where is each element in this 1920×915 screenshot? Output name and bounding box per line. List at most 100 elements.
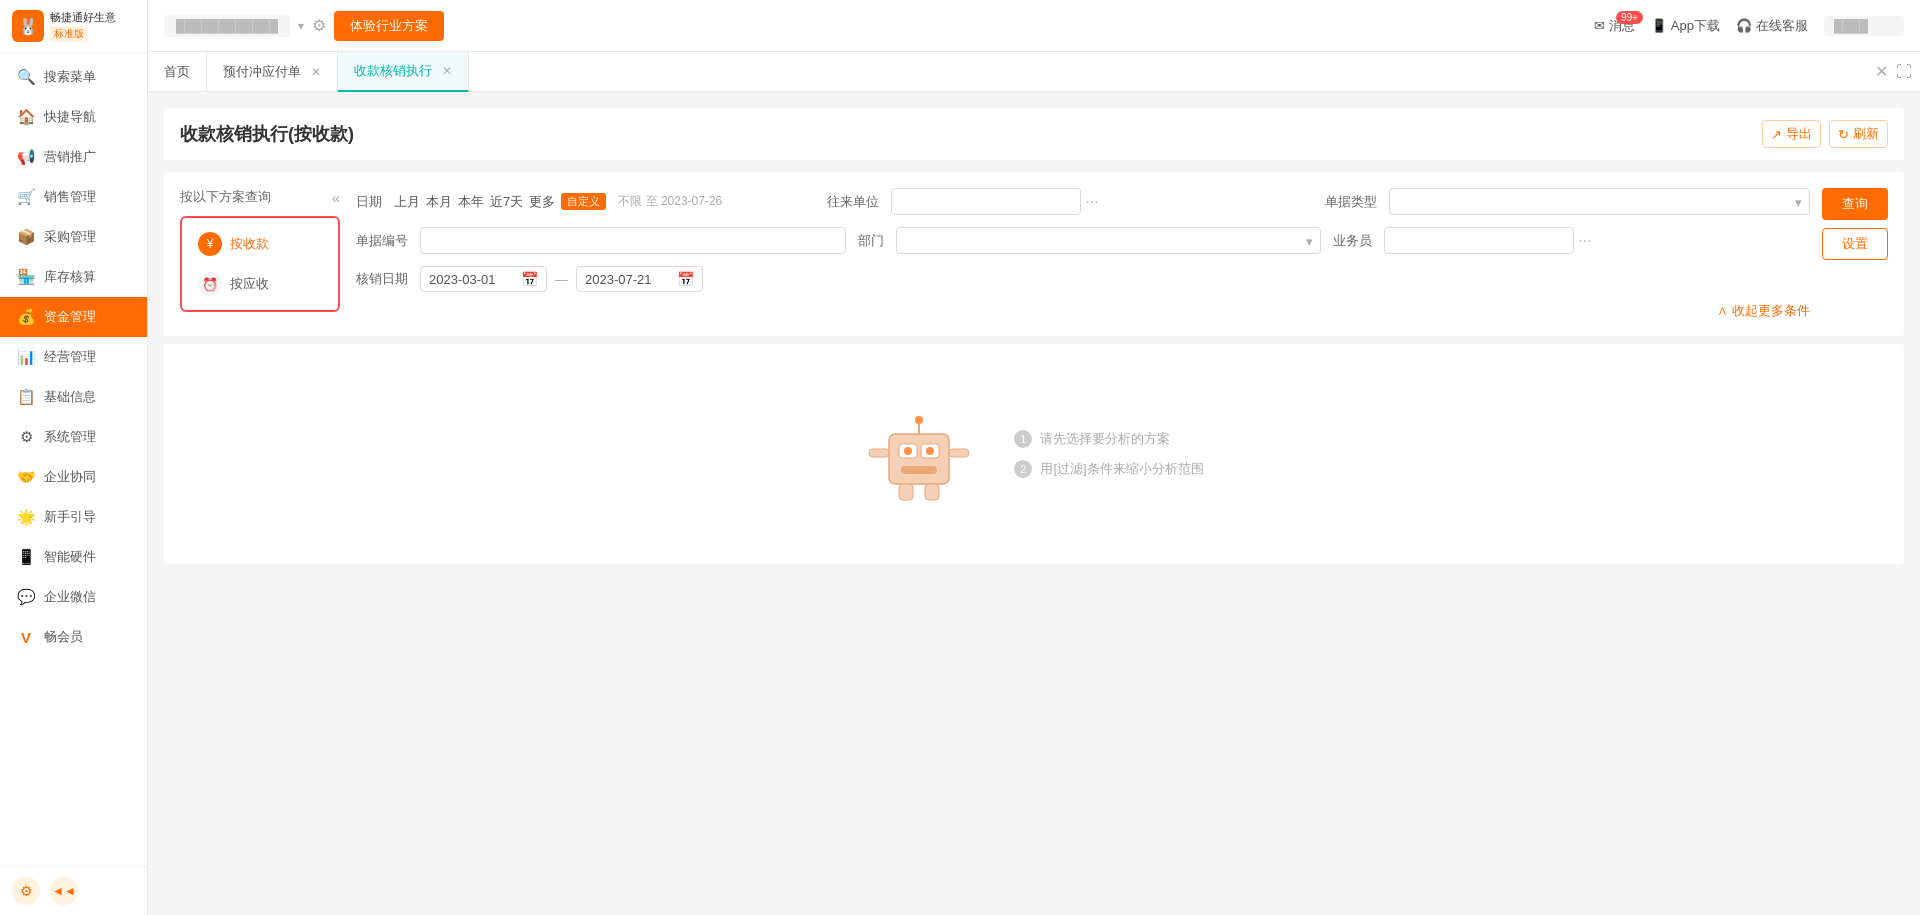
calendar-end-icon[interactable]: 📅 [677, 271, 694, 287]
sidebar-item-guide[interactable]: 🌟 新手引导 [0, 497, 147, 537]
collapse-sidebar-icon[interactable]: ◄◄ [50, 877, 78, 905]
app-download-button[interactable]: 📱 App下载 [1651, 17, 1720, 35]
collapse-left-icon[interactable]: « [332, 189, 340, 206]
inventory-icon: 🏪 [16, 268, 36, 286]
tab-receipt-close[interactable]: ✕ [442, 64, 452, 78]
sidebar-item-label: 企业微信 [44, 588, 96, 606]
calendar-start-icon[interactable]: 📅 [521, 271, 538, 287]
system-icon: ⚙ [16, 428, 36, 446]
svg-rect-9 [949, 449, 969, 457]
logo-text-block: 畅捷通好生意 标准版 [50, 10, 116, 42]
empty-content: 1 请先选择要分析的方案 2 用[过滤]条件来缩小分析范围 [864, 404, 1203, 504]
custom-date-badge: 自定义 [561, 193, 606, 210]
topbar-right: ✉ 消息 99+ 📱 App下载 🎧 在线客服 ████ [1594, 16, 1904, 36]
sidebar-item-label: 库存核算 [44, 268, 96, 286]
tab-receipt-verification[interactable]: 收款核销执行 ✕ [338, 52, 469, 92]
hint-1-text: 请先选择要分析的方案 [1040, 430, 1170, 448]
voucher-type-select[interactable] [1389, 188, 1810, 215]
sidebar-item-label: 采购管理 [44, 228, 96, 246]
tab-home-label: 首页 [164, 63, 190, 81]
tab-home[interactable]: 首页 [148, 52, 207, 92]
date-more[interactable]: 更多 [529, 193, 555, 211]
company-name: ████████████ [164, 15, 290, 37]
sidebar-item-marketing[interactable]: 📢 营销推广 [0, 137, 147, 177]
staff-label: 业务员 [1333, 232, 1372, 250]
tab-prepay-close[interactable]: ✕ [311, 65, 321, 79]
fullscreen-icon[interactable]: ⛶ [1896, 63, 1912, 81]
hint-1: 1 请先选择要分析的方案 [1014, 430, 1203, 448]
tab-prepay[interactable]: 预付冲应付单 ✕ [207, 52, 338, 92]
wechat-icon: 💬 [16, 588, 36, 606]
date-no-limit: 不限 至 2023-07-26 [618, 193, 722, 210]
app-logo: 🐰 畅捷通好生意 标准版 [0, 0, 147, 53]
content-area: 收款核销执行(按收款) ↗ 导出 ↻ 刷新 按以下方案查询 « [148, 92, 1920, 915]
filter-row-3: 核销日期 📅 — 📅 [356, 266, 1810, 292]
sidebar-item-system[interactable]: ⚙ 系统管理 [0, 417, 147, 457]
message-icon: ✉ [1594, 18, 1605, 33]
staff-dots[interactable]: ··· [1578, 232, 1591, 250]
sidebar-item-inventory[interactable]: 🏪 库存核算 [0, 257, 147, 297]
query-panel: 按以下方案查询 « ¥ 按收款 ⏰ 按应收 [164, 172, 1904, 336]
enterprise-icon: 🤝 [16, 468, 36, 486]
option-by-receipt[interactable]: ¥ 按收款 [188, 224, 332, 264]
page-title: 收款核销执行(按收款) [180, 122, 354, 146]
date-this-month[interactable]: 本月 [426, 193, 452, 211]
user-menu[interactable]: ████ [1824, 16, 1904, 36]
action-buttons: 查询 设置 [1822, 188, 1888, 320]
staff-input[interactable] [1384, 227, 1574, 254]
sidebar-item-quick-nav[interactable]: 🏠 快捷导航 [0, 97, 147, 137]
sidebar-item-label: 系统管理 [44, 428, 96, 446]
topbar-gear-icon[interactable]: ⚙ [312, 16, 326, 35]
voucher-no-input[interactable] [420, 227, 846, 254]
option-by-receivable[interactable]: ⏰ 按应收 [188, 264, 332, 304]
collapse-more-btn[interactable]: ∧ 收起更多条件 [1717, 302, 1810, 320]
main-area: ████████████ ▾ ⚙ 体验行业方案 ✉ 消息 99+ 📱 App下载… [148, 0, 1920, 915]
date-filter-label: 日期 [356, 193, 382, 211]
sidebar-item-finance[interactable]: 💰 资金管理 [0, 297, 147, 337]
dept-select[interactable] [896, 227, 1322, 254]
query-button[interactable]: 查询 [1822, 188, 1888, 220]
right-filter-area: 日期 上月 本月 本年 近7天 更多 自定义 不限 至 2023-07-26 往… [356, 188, 1810, 320]
sidebar-item-label: 营销推广 [44, 148, 96, 166]
sidebar-item-label: 经营管理 [44, 348, 96, 366]
refresh-icon: ↻ [1838, 127, 1849, 142]
tab-receipt-label: 收款核销执行 [354, 62, 432, 80]
sidebar-item-sales[interactable]: 🛒 销售管理 [0, 177, 147, 217]
sales-icon: 🛒 [16, 188, 36, 206]
date-last-month[interactable]: 上月 [394, 193, 420, 211]
app-edition: 标准版 [50, 26, 88, 42]
date-this-year[interactable]: 本年 [458, 193, 484, 211]
settings-button[interactable]: 设置 [1822, 228, 1888, 260]
sidebar-item-enterprise[interactable]: 🤝 企业协同 [0, 457, 147, 497]
voucher-no-label: 单据编号 [356, 232, 408, 250]
sidebar-item-search[interactable]: 🔍 搜索菜单 [0, 57, 147, 97]
settings-footer-icon[interactable]: ⚙ [12, 877, 40, 905]
left-panel-label: 按以下方案查询 [180, 188, 271, 206]
sidebar-item-basic-info[interactable]: 📋 基础信息 [0, 377, 147, 417]
sidebar-item-operation[interactable]: 📊 经营管理 [0, 337, 147, 377]
message-button[interactable]: ✉ 消息 99+ [1594, 17, 1635, 35]
tabbar: 首页 预付冲应付单 ✕ 收款核销执行 ✕ ✕ ⛶ [148, 52, 1920, 92]
counterparty-input[interactable] [891, 188, 1081, 215]
topbar-dropdown-icon[interactable]: ▾ [298, 19, 304, 33]
verify-date-start-input[interactable] [429, 272, 517, 287]
sidebar-item-member[interactable]: V 畅会员 [0, 617, 147, 657]
verify-date-end-input[interactable] [585, 272, 673, 287]
empty-illustration [864, 404, 974, 504]
guide-icon: 🌟 [16, 508, 36, 526]
sidebar-item-purchase[interactable]: 📦 采购管理 [0, 217, 147, 257]
counterparty-dots[interactable]: ··· [1085, 193, 1098, 211]
page-header: 收款核销执行(按收款) ↗ 导出 ↻ 刷新 [164, 108, 1904, 160]
sidebar-item-hardware[interactable]: 📱 智能硬件 [0, 537, 147, 577]
export-button[interactable]: ↗ 导出 [1762, 120, 1821, 148]
date-last-7days[interactable]: 近7天 [490, 193, 523, 211]
refresh-button[interactable]: ↻ 刷新 [1829, 120, 1888, 148]
app-name: 畅捷通好生意 [50, 10, 116, 24]
online-service-button[interactable]: 🎧 在线客服 [1736, 17, 1808, 35]
close-all-tabs-icon[interactable]: ✕ [1875, 62, 1888, 81]
svg-rect-10 [899, 484, 913, 500]
receipt-option-icon: ¥ [198, 232, 222, 256]
svg-rect-8 [869, 449, 889, 457]
solution-button[interactable]: 体验行业方案 [334, 11, 444, 41]
sidebar-item-wechat[interactable]: 💬 企业微信 [0, 577, 147, 617]
